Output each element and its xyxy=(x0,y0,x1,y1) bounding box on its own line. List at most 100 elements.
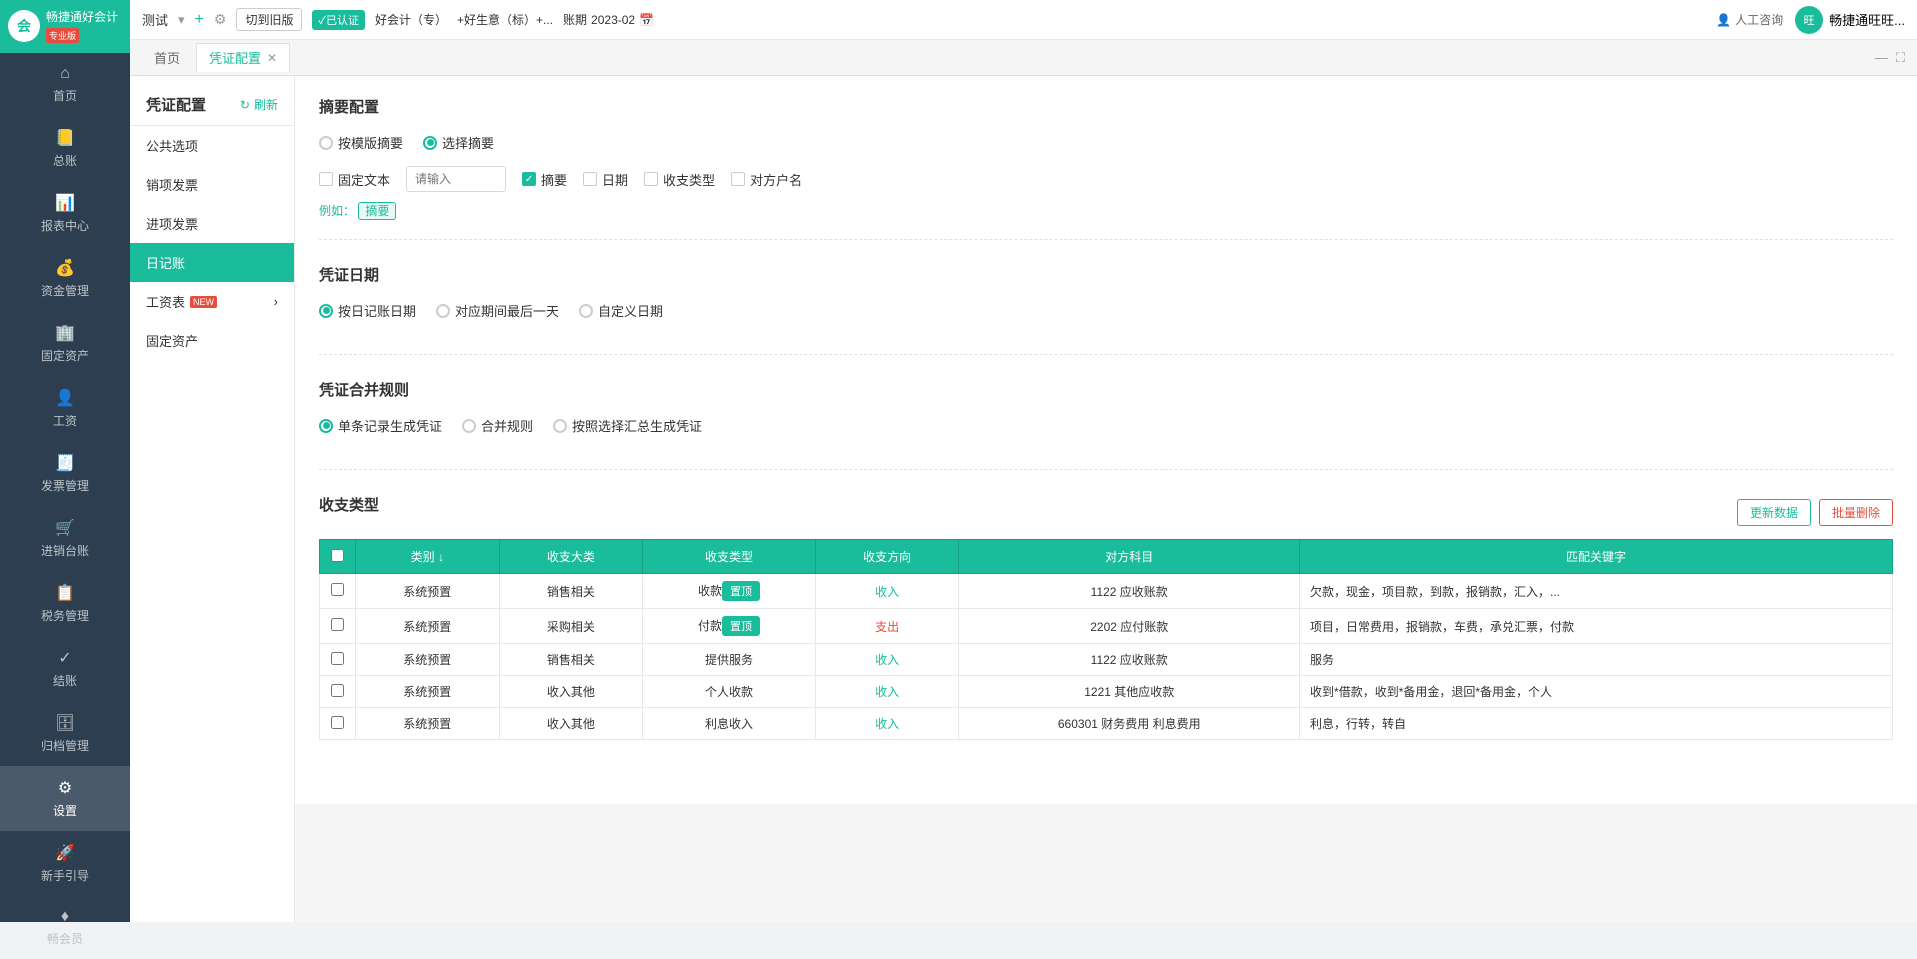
checkbox-date-box xyxy=(583,172,597,186)
radio-label: 按日记账日期 xyxy=(338,301,416,320)
batch-delete-button[interactable]: 批量删除 xyxy=(1819,499,1893,526)
th-keywords: 匹配关键字 xyxy=(1300,540,1893,574)
left-nav-diary[interactable]: 日记账 xyxy=(130,243,294,282)
row-checkbox[interactable] xyxy=(320,708,356,740)
ledger-icon: 📒 xyxy=(55,128,75,148)
row-keywords: 利息，行转，转自 xyxy=(1300,708,1893,740)
select-all-checkbox[interactable] xyxy=(331,549,344,562)
user-menu[interactable]: 旺 畅捷通旺旺... xyxy=(1795,6,1905,34)
topbar-dropdown-icon[interactable]: ▾ xyxy=(178,12,185,28)
table-row: 系统预置 收入其他 利息收入 收入 660301 财务费用 利息费用 利息，行转… xyxy=(320,708,1893,740)
fixed-text-input[interactable] xyxy=(406,166,506,192)
sidebar: 会 畅捷通好会计 专业版 ⌂ 首页 📒 总账 📊 报表中心 💰 资金管理 🏢 固… xyxy=(0,0,130,922)
sidebar-item-tax[interactable]: 📋 税务管理 xyxy=(0,571,130,636)
right-content: 摘要配置 按模版摘要 选择摘要 xyxy=(295,76,1917,922)
row-checkbox[interactable] xyxy=(320,574,356,609)
row-account: 1122 应收账款 xyxy=(959,574,1300,609)
row-checkbox[interactable] xyxy=(320,644,356,676)
row-major: 收入其他 xyxy=(499,708,643,740)
home-icon: ⌂ xyxy=(60,65,70,83)
window-minimize-icon[interactable]: — xyxy=(1875,50,1888,66)
sidebar-item-guide[interactable]: 🚀 新手引导 xyxy=(0,831,130,896)
sidebar-item-salary[interactable]: 👤 工资 xyxy=(0,376,130,441)
user-avatar: 旺 xyxy=(1795,6,1823,34)
radio-select-summary[interactable]: 选择摘要 xyxy=(423,133,494,152)
service-button[interactable]: 👤 人工咨询 xyxy=(1716,11,1783,28)
sidebar-item-invoices[interactable]: 🧾 发票管理 xyxy=(0,441,130,506)
checkbox-summary[interactable]: ✓ 摘要 xyxy=(522,170,567,189)
left-nav-purchase-invoice[interactable]: 进项发票 xyxy=(130,204,294,243)
radio-period-last-day[interactable]: 对应期间最后一天 xyxy=(436,301,559,320)
update-data-button[interactable]: 更新数据 xyxy=(1737,499,1811,526)
content-area: 凭证配置 ↻ 刷新 公共选项 销项发票 进项发票 日记账 工资表 xyxy=(130,76,1917,922)
radio-dot xyxy=(427,139,434,146)
income-expense-table: 类别 ↓ 收支大类 收支类型 收支方向 对方科目 匹配关键字 系统预置 销售相关 xyxy=(319,539,1893,740)
checkbox-fixed-text[interactable]: 固定文本 xyxy=(319,170,390,189)
member-icon: ♦ xyxy=(61,908,69,926)
radio-template-summary[interactable]: 按模版摘要 xyxy=(319,133,403,152)
radio-merge-rules[interactable]: 合并规则 xyxy=(462,416,533,435)
left-nav-sales-invoice[interactable]: 销项发票 xyxy=(130,165,294,204)
checkbox-counterparty-box xyxy=(731,172,745,186)
topbar-add-button[interactable]: + xyxy=(195,11,204,29)
refresh-button[interactable]: ↻ 刷新 xyxy=(240,96,278,113)
window-maximize-icon[interactable]: ⛶ xyxy=(1896,50,1905,66)
radio-diary-date[interactable]: 按日记账日期 xyxy=(319,301,416,320)
row-type: 提供服务 xyxy=(643,644,816,676)
sidebar-item-funds[interactable]: 💰 资金管理 xyxy=(0,246,130,311)
reset-button[interactable]: 置顶 xyxy=(722,616,760,636)
sidebar-item-label: 资金管理 xyxy=(41,282,89,299)
sidebar-item-archive[interactable]: 🗄 归档管理 xyxy=(0,701,130,766)
th-checkbox[interactable] xyxy=(320,540,356,574)
radio-single-record[interactable]: 单条记录生成凭证 xyxy=(319,416,442,435)
sidebar-item-label: 新手引导 xyxy=(41,867,89,884)
sidebar-item-assets[interactable]: 🏢 固定资产 xyxy=(0,311,130,376)
row-major: 收入其他 xyxy=(499,676,643,708)
checkbox-counterparty-label: 对方户名 xyxy=(750,170,802,189)
sidebar-item-settings[interactable]: ⚙ 设置 xyxy=(0,766,130,831)
checkbox-date[interactable]: 日期 xyxy=(583,170,628,189)
switch-version-button[interactable]: 切到旧版 xyxy=(236,8,302,31)
period-label: 账期 xyxy=(563,11,587,28)
content-wrapper: 摘要配置 按模版摘要 选择摘要 xyxy=(295,76,1917,804)
sidebar-item-home[interactable]: ⌂ 首页 xyxy=(0,53,130,116)
topbar-title: 测试 xyxy=(142,10,168,29)
row-type: 收款置顶 xyxy=(643,574,816,609)
row-direction: 收入 xyxy=(815,644,959,676)
sidebar-item-label: 发票管理 xyxy=(41,477,89,494)
tab-voucher-config[interactable]: 凭证配置 ✕ xyxy=(196,43,290,72)
checkbox-counterparty[interactable]: 对方户名 xyxy=(731,170,802,189)
tab-close-icon[interactable]: ✕ xyxy=(267,51,277,65)
sidebar-item-label: 税务管理 xyxy=(41,607,89,624)
sidebar-item-member[interactable]: ♦ 畅会员 xyxy=(0,896,130,959)
left-nav-payroll[interactable]: 工资表 NEW › xyxy=(130,282,294,321)
left-nav-public[interactable]: 公共选项 xyxy=(130,126,294,165)
topbar-gear-icon[interactable]: ⚙ xyxy=(214,11,227,28)
row-checkbox[interactable] xyxy=(320,609,356,644)
th-account: 对方科目 xyxy=(959,540,1300,574)
radio-custom-date[interactable]: 自定义日期 xyxy=(579,301,663,320)
income-expense-section: 收支类型 更新数据 批量删除 类别 ↓ xyxy=(319,494,1893,760)
radio-summary-generate[interactable]: 按照选择汇总生成凭证 xyxy=(553,416,702,435)
guide-icon: 🚀 xyxy=(55,843,75,863)
sidebar-item-purchases[interactable]: 🛒 进销台账 xyxy=(0,506,130,571)
sidebar-item-label: 报表中心 xyxy=(41,217,89,234)
checkbox-type[interactable]: 收支类型 xyxy=(644,170,715,189)
radio-circle xyxy=(579,304,593,318)
radio-circle xyxy=(553,419,567,433)
tab-home-label: 首页 xyxy=(154,48,180,67)
radio-label: 按模版摘要 xyxy=(338,133,403,152)
sidebar-item-ledger[interactable]: 📒 总账 xyxy=(0,116,130,181)
left-nav-fixed-assets[interactable]: 固定资产 xyxy=(130,321,294,360)
calendar-icon[interactable]: 📅 xyxy=(639,13,654,27)
row-checkbox[interactable] xyxy=(320,676,356,708)
chevron-down-icon: › xyxy=(274,294,278,309)
reset-button[interactable]: 置顶 xyxy=(722,581,760,601)
certified-badge: ✓已认证 xyxy=(312,10,365,30)
sidebar-item-reports[interactable]: 📊 报表中心 xyxy=(0,181,130,246)
tab-home[interactable]: 首页 xyxy=(142,44,192,71)
checkbox-type-label: 收支类型 xyxy=(663,170,715,189)
radio-label: 按照选择汇总生成凭证 xyxy=(572,416,702,435)
sidebar-item-settlement[interactable]: ✓ 结账 xyxy=(0,636,130,701)
row-category: 系统预置 xyxy=(356,708,500,740)
